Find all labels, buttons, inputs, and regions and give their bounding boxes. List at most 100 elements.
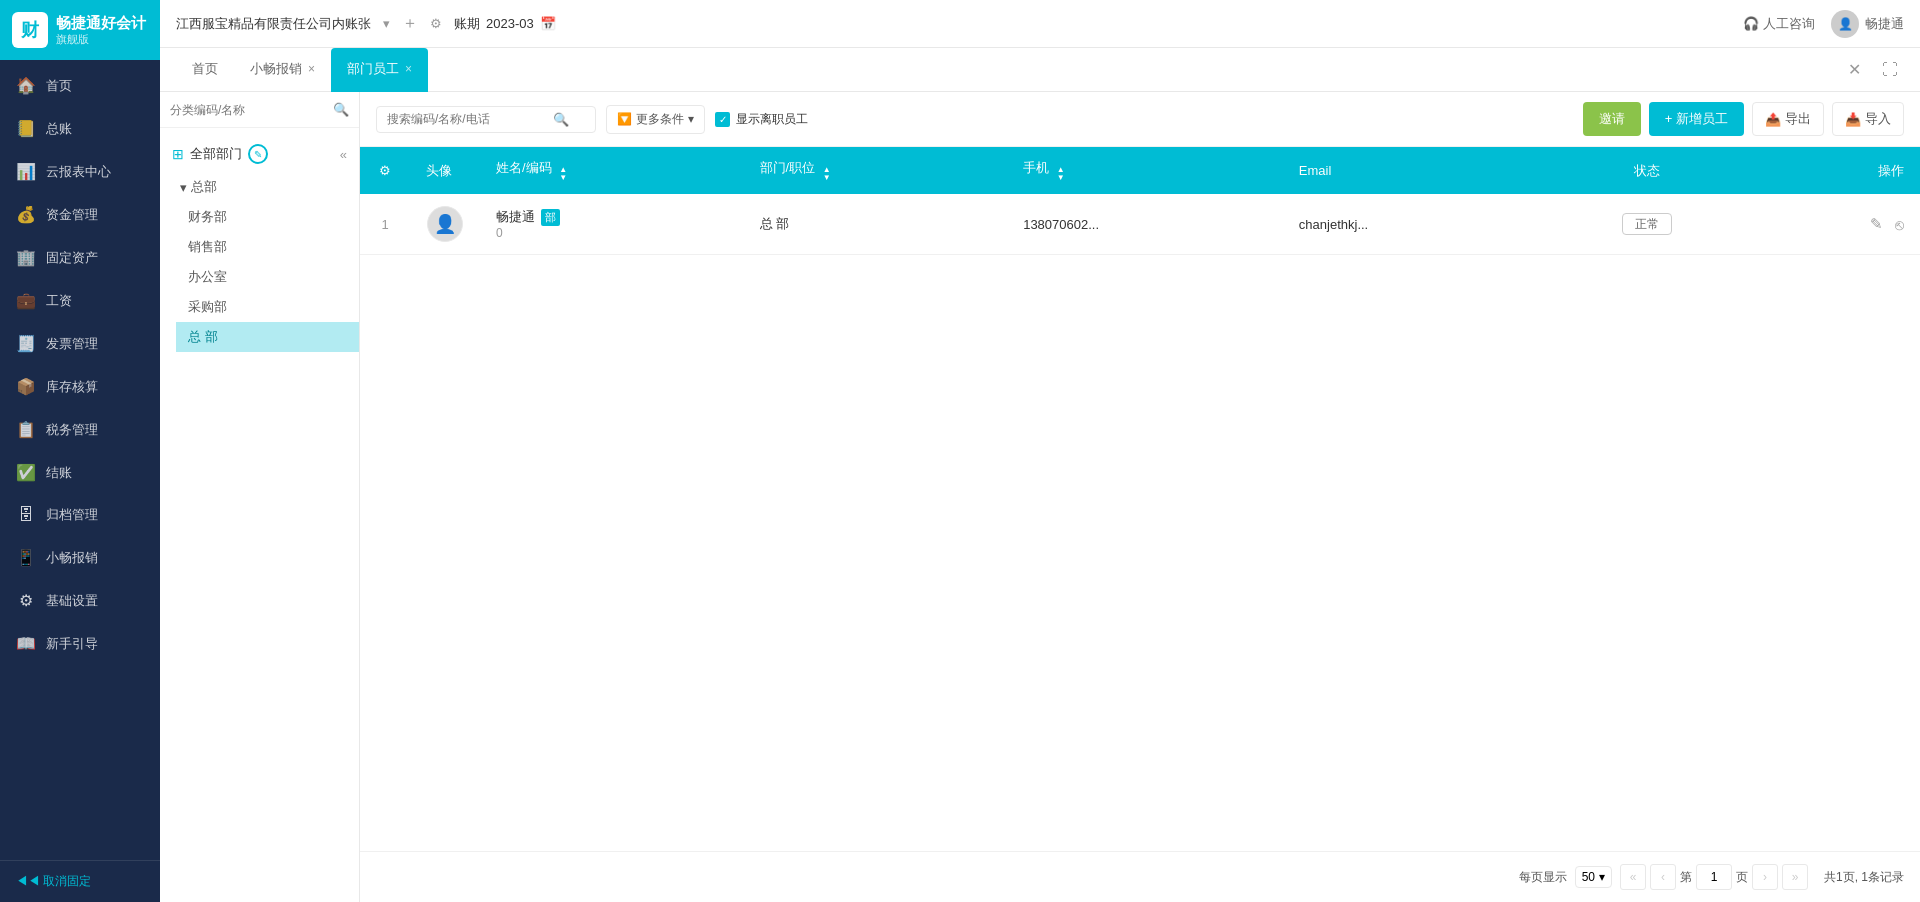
per-page-chevron: ▾ bbox=[1599, 870, 1605, 884]
period-label: 账期 bbox=[454, 15, 480, 33]
per-page-select[interactable]: 50 ▾ bbox=[1575, 866, 1612, 888]
prev-page-button[interactable]: ‹ bbox=[1650, 864, 1676, 890]
logout-staff-button[interactable]: ⎋ bbox=[1895, 216, 1904, 233]
sidebar-item-基础设置[interactable]: ⚙基础设置 bbox=[0, 579, 160, 622]
staff-search-input[interactable] bbox=[387, 112, 547, 126]
pagination-bar: 每页显示 50 ▾ « ‹ 第 页 › » 共1页, 1条记录 bbox=[360, 851, 1920, 902]
dept-search-box: 🔍 bbox=[160, 92, 359, 128]
page-prefix: 第 bbox=[1680, 869, 1692, 886]
sidebar-item-小畅报销[interactable]: 📱小畅报销 bbox=[0, 536, 160, 579]
add-staff-button[interactable]: + 新增员工 bbox=[1649, 102, 1744, 136]
nav-icon: ✅ bbox=[16, 463, 36, 482]
invite-button[interactable]: 邀请 bbox=[1583, 102, 1641, 136]
tab-xiaochang-label: 小畅报销 bbox=[250, 60, 302, 78]
show-resigned-checkbox-label[interactable]: ✓ 显示离职员工 bbox=[715, 111, 808, 128]
nav-label: 结账 bbox=[46, 464, 72, 482]
company-name[interactable]: 江西服宝精品有限责任公司内账张 bbox=[176, 15, 371, 33]
cancel-fixed-button[interactable]: ◀◀ 取消固定 bbox=[0, 860, 160, 902]
sidebar-item-税务管理[interactable]: 📋税务管理 bbox=[0, 408, 160, 451]
toolbar-right: 邀请 + 新增员工 📤 导出 📥 导入 bbox=[1583, 102, 1904, 136]
tab-xiaochang-report[interactable]: 小畅报销 × bbox=[234, 48, 331, 92]
period-display: 账期 2023-03 📅 bbox=[454, 15, 556, 33]
right-staff-panel: 🔍 🔽 更多条件 ▾ ✓ 显示离职员工 邀请 + 新增员工 📤 导出 bbox=[360, 92, 1920, 902]
sidebar-item-固定资产[interactable]: 🏢固定资产 bbox=[0, 236, 160, 279]
page-number-input[interactable] bbox=[1696, 864, 1732, 890]
sidebar-item-新手引导[interactable]: 📖 新手引导 bbox=[0, 622, 160, 665]
table-row: 1 👤 畅捷通 部 bbox=[360, 194, 1920, 255]
sidebar-item-结账[interactable]: ✅ 结账 bbox=[0, 451, 160, 494]
staff-dept-badge: 部 bbox=[541, 209, 560, 226]
dept-purchase[interactable]: 采购部 bbox=[176, 292, 359, 322]
staff-table-body: 1 👤 畅捷通 部 bbox=[360, 194, 1920, 255]
row-status-cell: 正常 bbox=[1542, 194, 1752, 255]
sidebar-item-首页[interactable]: 🏠首页 bbox=[0, 64, 160, 107]
row-avatar-cell: 👤 bbox=[410, 194, 480, 255]
import-label: 导入 bbox=[1865, 110, 1891, 128]
col-actions: 操作 bbox=[1751, 147, 1920, 194]
sidebar-item-发票管理[interactable]: 🧾发票管理 bbox=[0, 322, 160, 365]
dept-tree: ⊞ 全部部门 ✎ « ▾ 总部 财务部 销售部 bbox=[160, 128, 359, 902]
settings-icon[interactable]: ⚙ bbox=[430, 16, 442, 31]
collapse-icon[interactable]: « bbox=[340, 147, 347, 162]
first-page-button[interactable]: « bbox=[1620, 864, 1646, 890]
import-button[interactable]: 📥 导入 bbox=[1832, 102, 1904, 136]
col-phone-label: 手机 bbox=[1023, 160, 1049, 175]
next-page-button[interactable]: › bbox=[1752, 864, 1778, 890]
dept-office[interactable]: 办公室 bbox=[176, 262, 359, 292]
dept-sales[interactable]: 销售部 bbox=[176, 232, 359, 262]
nav-label: 新手引导 bbox=[46, 635, 98, 653]
page-navigation: « ‹ 第 页 › » bbox=[1620, 864, 1808, 890]
dept-search-input[interactable] bbox=[170, 103, 327, 117]
sidebar-item-工资[interactable]: 💼工资 bbox=[0, 279, 160, 322]
tab-dept-staff[interactable]: 部门员工 × bbox=[331, 48, 428, 92]
user-menu[interactable]: 👤 畅捷通 bbox=[1831, 10, 1904, 38]
dept-finance[interactable]: 财务部 bbox=[176, 202, 359, 232]
row-phone-cell: 138070602... bbox=[1007, 194, 1283, 255]
col-dept-label: 部门/职位 bbox=[760, 160, 816, 175]
close-tab-button[interactable]: ✕ bbox=[1840, 56, 1868, 84]
sidebar-item-云报表中心[interactable]: 📊云报表中心 bbox=[0, 150, 160, 193]
edit-staff-button[interactable]: ✎ bbox=[1870, 215, 1883, 233]
col-phone[interactable]: 手机 ▲▼ bbox=[1007, 147, 1283, 194]
tab-home[interactable]: 首页 bbox=[176, 48, 234, 92]
nav-icon: 📖 bbox=[16, 634, 36, 653]
col-settings[interactable]: ⚙ bbox=[360, 147, 410, 194]
sidebar-item-库存核算[interactable]: 📦库存核算 bbox=[0, 365, 160, 408]
edit-dept-badge[interactable]: ✎ bbox=[248, 144, 268, 164]
staff-toolbar: 🔍 🔽 更多条件 ▾ ✓ 显示离职员工 邀请 + 新增员工 📤 导出 bbox=[360, 92, 1920, 147]
staff-search-icon[interactable]: 🔍 bbox=[553, 112, 569, 127]
staff-name: 畅捷通 bbox=[496, 208, 535, 226]
nav-icon: 🏢 bbox=[16, 248, 36, 267]
row-actions-cell: ✎ ⎋ bbox=[1751, 194, 1920, 255]
tab-xiaochang-close[interactable]: × bbox=[308, 62, 315, 76]
nav-label: 归档管理 bbox=[46, 506, 98, 524]
tab-dept-staff-close[interactable]: × bbox=[405, 62, 412, 76]
dept-general[interactable]: 总 部 bbox=[176, 322, 359, 352]
expand-tab-button[interactable]: ⛶ bbox=[1876, 56, 1904, 84]
sort-dept-icons: ▲▼ bbox=[823, 166, 831, 182]
sidebar-item-归档管理[interactable]: 🗄归档管理 bbox=[0, 494, 160, 536]
dept-finance-label: 财务部 bbox=[188, 208, 227, 226]
headset-icon: 🎧 bbox=[1743, 16, 1759, 31]
show-resigned-checkbox[interactable]: ✓ bbox=[715, 112, 730, 127]
all-departments-node[interactable]: ⊞ 全部部门 ✎ « bbox=[160, 136, 359, 172]
dept-sales-label: 销售部 bbox=[188, 238, 227, 256]
tab-dept-staff-label: 部门员工 bbox=[347, 60, 399, 78]
add-company-button[interactable]: ＋ bbox=[402, 13, 418, 34]
status-badge: 正常 bbox=[1622, 213, 1672, 235]
service-label: 人工咨询 bbox=[1763, 15, 1815, 33]
staff-table: ⚙ 头像 姓名/编码 ▲▼ 部门/职位 ▲▼ 手机 bbox=[360, 147, 1920, 255]
calendar-icon[interactable]: 📅 bbox=[540, 16, 556, 31]
export-button[interactable]: 📤 导出 bbox=[1752, 102, 1824, 136]
dept-head-office[interactable]: ▾ 总部 bbox=[160, 172, 359, 202]
col-name-code[interactable]: 姓名/编码 ▲▼ bbox=[480, 147, 744, 194]
sidebar-item-总账[interactable]: 📒总账 bbox=[0, 107, 160, 150]
dept-office-label: 办公室 bbox=[188, 268, 227, 286]
company-dropdown-icon[interactable]: ▾ bbox=[383, 16, 390, 31]
col-dept-position[interactable]: 部门/职位 ▲▼ bbox=[744, 147, 1008, 194]
filter-more-button[interactable]: 🔽 更多条件 ▾ bbox=[606, 105, 705, 134]
sidebar-item-资金管理[interactable]: 💰资金管理 bbox=[0, 193, 160, 236]
dept-search-icon[interactable]: 🔍 bbox=[333, 102, 349, 117]
service-button[interactable]: 🎧 人工咨询 bbox=[1743, 15, 1815, 33]
last-page-button[interactable]: » bbox=[1782, 864, 1808, 890]
